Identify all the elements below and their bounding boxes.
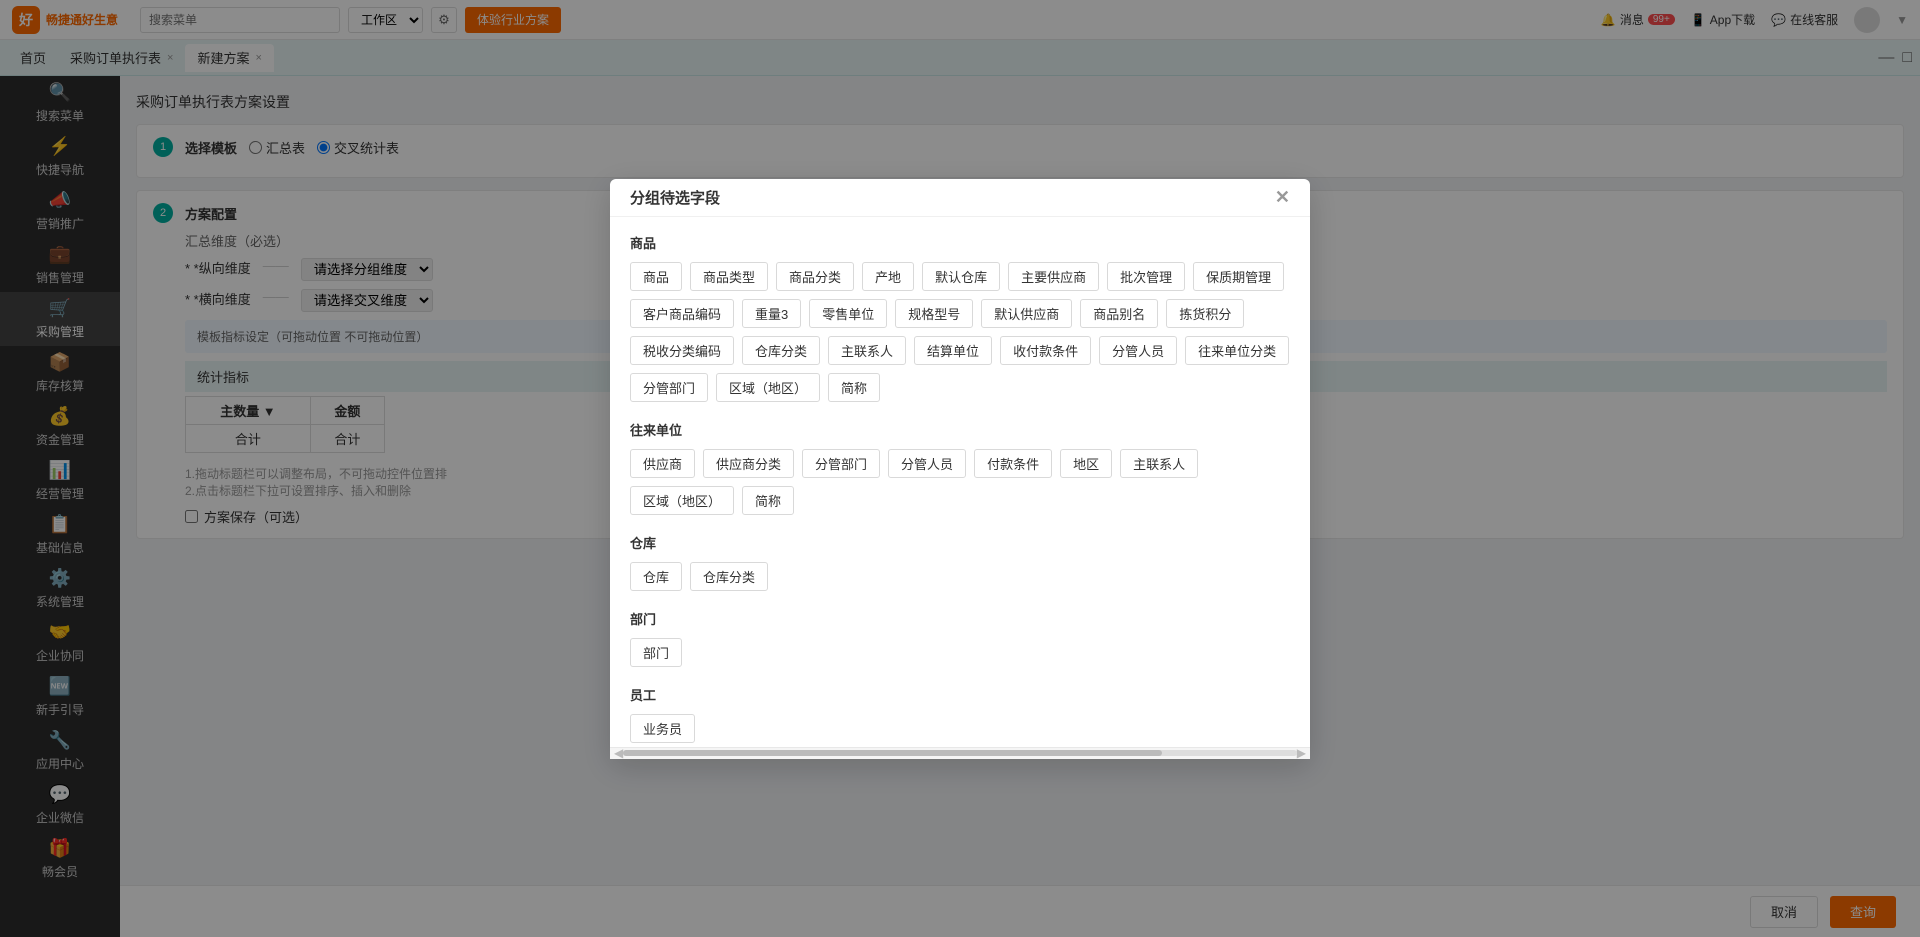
modal-overlay: 分组待选字段 ✕ 商品商品商品类型商品分类产地默认仓库主要供应商批次管理保质期管… <box>0 0 1920 937</box>
field-tag-商品别名[interactable]: 商品别名 <box>1080 299 1158 328</box>
horizontal-scrollbar[interactable] <box>623 750 1297 756</box>
modal-header: 分组待选字段 ✕ <box>610 179 1310 217</box>
field-tag-往来单位分类[interactable]: 往来单位分类 <box>1185 336 1289 365</box>
field-tag-商品[interactable]: 商品 <box>630 262 682 291</box>
modal: 分组待选字段 ✕ 商品商品商品类型商品分类产地默认仓库主要供应商批次管理保质期管… <box>610 179 1310 759</box>
field-tag-仓库分类[interactable]: 仓库分类 <box>742 336 820 365</box>
field-tag-主联系人[interactable]: 主联系人 <box>828 336 906 365</box>
field-tag-主要供应商[interactable]: 主要供应商 <box>1008 262 1099 291</box>
field-tag-税收分类编码[interactable]: 税收分类编码 <box>630 336 734 365</box>
field-tag-分管人员[interactable]: 分管人员 <box>1099 336 1177 365</box>
field-tag-区域（地区）[interactable]: 区域（地区） <box>716 373 820 402</box>
field-tag-供应商分类[interactable]: 供应商分类 <box>703 449 794 478</box>
field-tag-分管人员[interactable]: 分管人员 <box>888 449 966 478</box>
field-tag-默认仓库[interactable]: 默认仓库 <box>922 262 1000 291</box>
section-goods: 商品商品商品类型商品分类产地默认仓库主要供应商批次管理保质期管理客户商品编码重量… <box>630 233 1290 402</box>
field-tag-简称[interactable]: 简称 <box>742 486 794 515</box>
field-tag-零售单位[interactable]: 零售单位 <box>809 299 887 328</box>
scroll-left-btn[interactable]: ◀ <box>614 746 623 760</box>
modal-title: 分组待选字段 <box>630 187 720 208</box>
field-tag-保质期管理[interactable]: 保质期管理 <box>1193 262 1284 291</box>
section-title-employee: 员工 <box>630 685 1290 704</box>
field-tags-goods: 商品商品类型商品分类产地默认仓库主要供应商批次管理保质期管理客户商品编码重量3 零… <box>630 262 1290 402</box>
field-tag-业务员[interactable]: 业务员 <box>630 714 695 743</box>
field-tag-部门[interactable]: 部门 <box>630 638 682 667</box>
field-tags-partner: 供应商供应商分类分管部门分管人员付款条件地区主联系人区域（地区） 简称 <box>630 449 1290 515</box>
field-tag-分管部门[interactable]: 分管部门 <box>802 449 880 478</box>
modal-close-button[interactable]: ✕ <box>1275 188 1290 206</box>
field-tag-产地[interactable]: 产地 <box>862 262 914 291</box>
field-tag-主联系人[interactable]: 主联系人 <box>1120 449 1198 478</box>
modal-footer-scroll: ◀ ▶ <box>610 747 1310 759</box>
field-tag-供应商[interactable]: 供应商 <box>630 449 695 478</box>
section-department: 部门部门 <box>630 609 1290 667</box>
field-tag-地区[interactable]: 地区 <box>1060 449 1112 478</box>
field-tag-仓库[interactable]: 仓库 <box>630 562 682 591</box>
field-tag-区域（地区）[interactable]: 区域（地区） <box>630 486 734 515</box>
section-employee: 员工业务员 <box>630 685 1290 743</box>
modal-body: 商品商品商品类型商品分类产地默认仓库主要供应商批次管理保质期管理客户商品编码重量… <box>610 217 1310 747</box>
field-tags-warehouse: 仓库仓库分类 <box>630 562 1290 591</box>
field-tags-employee: 业务员 <box>630 714 1290 743</box>
field-tag-分管部门[interactable]: 分管部门 <box>630 373 708 402</box>
field-tag-付款条件[interactable]: 付款条件 <box>974 449 1052 478</box>
field-tag-默认供应商[interactable]: 默认供应商 <box>981 299 1072 328</box>
field-tag-拣货积分[interactable]: 拣货积分 <box>1166 299 1244 328</box>
field-tag-结算单位[interactable]: 结算单位 <box>914 336 992 365</box>
field-tag-收付款条件[interactable]: 收付款条件 <box>1000 336 1091 365</box>
field-tags-department: 部门 <box>630 638 1290 667</box>
field-tag-批次管理[interactable]: 批次管理 <box>1107 262 1185 291</box>
section-title-warehouse: 仓库 <box>630 533 1290 552</box>
scrollbar-thumb <box>623 750 1162 756</box>
field-tag-规格型号[interactable]: 规格型号 <box>895 299 973 328</box>
field-tag-简称[interactable]: 简称 <box>828 373 880 402</box>
field-tag-客户商品编码[interactable]: 客户商品编码 <box>630 299 734 328</box>
section-title-partner: 往来单位 <box>630 420 1290 439</box>
section-warehouse: 仓库仓库仓库分类 <box>630 533 1290 591</box>
section-partner: 往来单位供应商供应商分类分管部门分管人员付款条件地区主联系人区域（地区） 简称 <box>630 420 1290 515</box>
field-tag-商品类型[interactable]: 商品类型 <box>690 262 768 291</box>
section-title-department: 部门 <box>630 609 1290 628</box>
section-title-goods: 商品 <box>630 233 1290 252</box>
field-tag-仓库分类[interactable]: 仓库分类 <box>690 562 768 591</box>
field-tag-重量3[interactable]: 重量3 <box>742 299 801 328</box>
field-tag-商品分类[interactable]: 商品分类 <box>776 262 854 291</box>
scroll-right-btn[interactable]: ▶ <box>1297 746 1306 760</box>
